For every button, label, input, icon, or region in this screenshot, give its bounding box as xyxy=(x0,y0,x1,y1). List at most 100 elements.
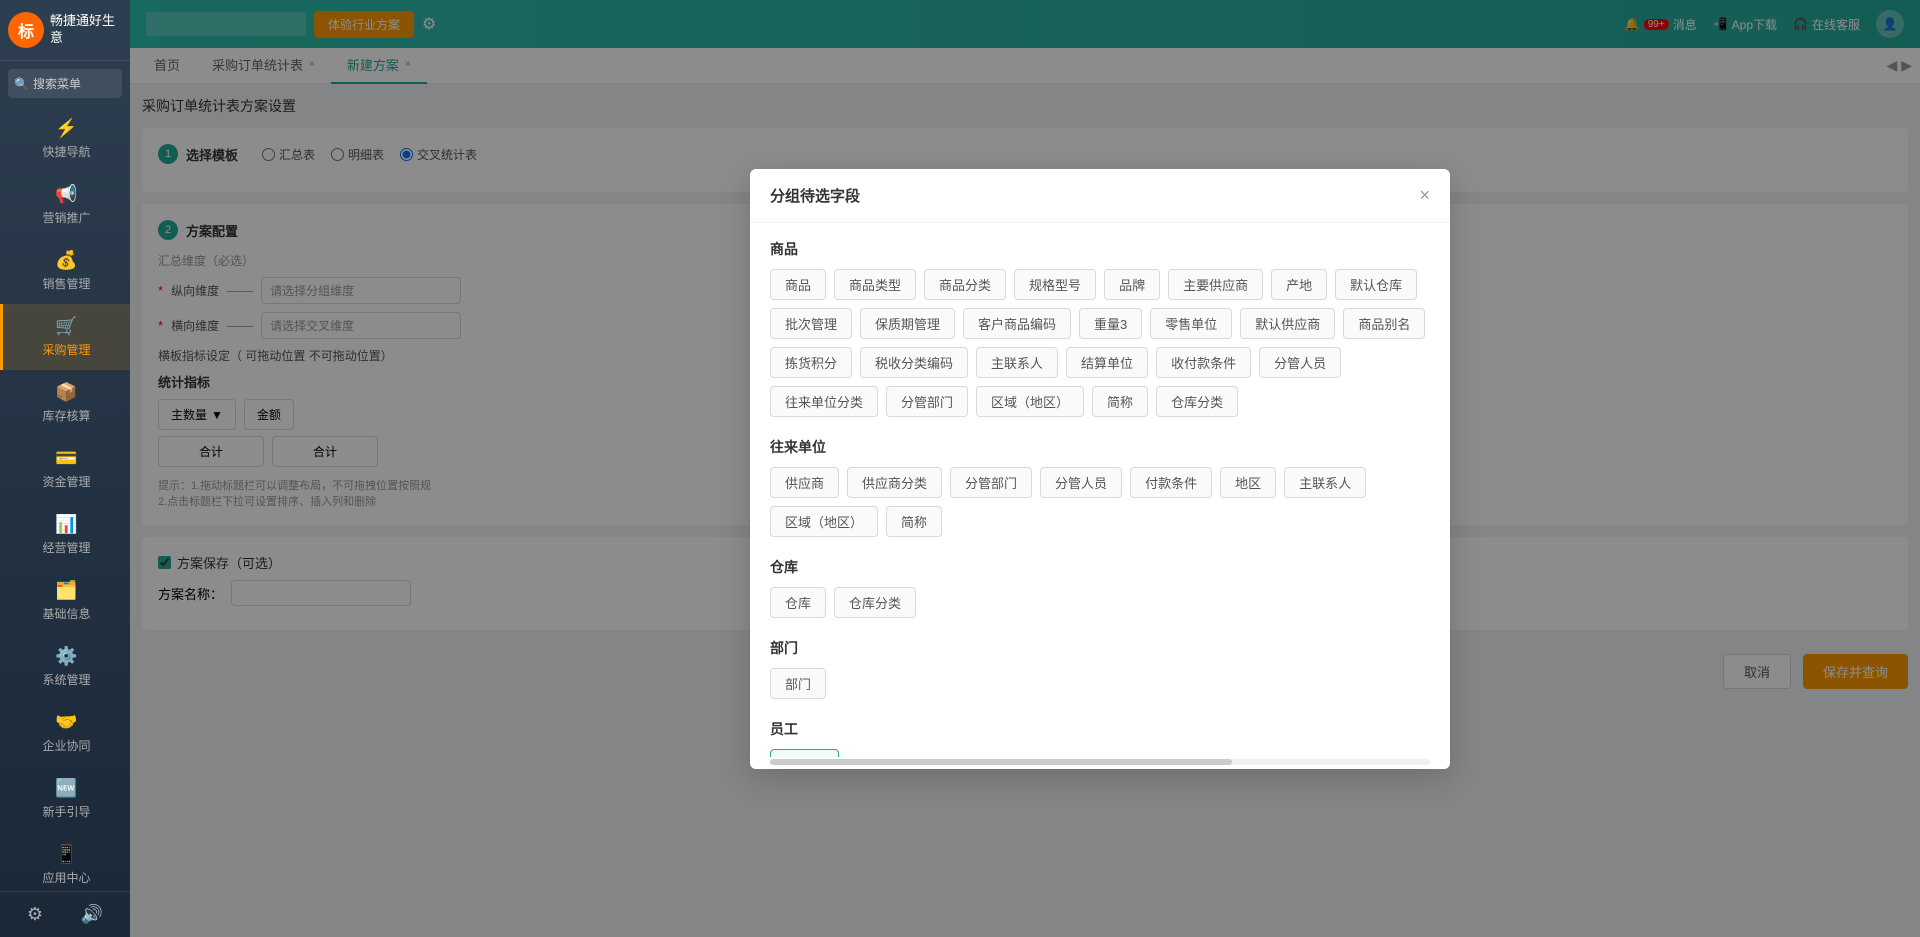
sidebar-item-label: 新手引导 xyxy=(42,803,90,820)
field-tag[interactable]: 分管人员 xyxy=(1259,347,1341,378)
field-tag[interactable]: 往来单位分类 xyxy=(770,386,878,417)
search-icon: 🔍 xyxy=(14,77,29,91)
field-tag[interactable]: 收付款条件 xyxy=(1156,347,1251,378)
dialog-close-button[interactable]: × xyxy=(1419,185,1430,206)
section-department-tags: 部门 xyxy=(770,668,1430,699)
field-tag[interactable]: 供应商分类 xyxy=(847,467,942,498)
field-tag[interactable]: 仓库分类 xyxy=(1156,386,1238,417)
sidebar-item-label: 经营管理 xyxy=(42,539,90,556)
sidebar-item-system[interactable]: ⚙️ 系统管理 xyxy=(0,634,130,700)
field-tag[interactable]: 主联系人 xyxy=(1284,467,1366,498)
settings-bottom-button[interactable]: ⚙ xyxy=(23,900,47,929)
field-tag[interactable]: 结算单位 xyxy=(1066,347,1148,378)
field-tag[interactable]: 仓库分类 xyxy=(834,587,916,618)
dialog-footer xyxy=(750,757,1450,769)
dialog-header: 分组待选字段 × xyxy=(750,169,1450,223)
section-staff: 员工 业务员 xyxy=(770,719,1430,757)
field-tag[interactable]: 分管部门 xyxy=(886,386,968,417)
field-tag[interactable]: 规格型号 xyxy=(1014,269,1096,300)
field-tag[interactable]: 零售单位 xyxy=(1150,308,1232,339)
sidebar-item-label: 企业协同 xyxy=(42,737,90,754)
field-tag[interactable]: 主联系人 xyxy=(976,347,1058,378)
section-partner-tags: 供应商 供应商分类 分管部门 分管人员 付款条件 地区 主联系人 区域（地区） … xyxy=(770,467,1430,537)
inventory-icon: 📦 xyxy=(55,382,77,403)
field-tag[interactable]: 部门 xyxy=(770,668,826,699)
sidebar-item-label: 采购管理 xyxy=(42,341,90,358)
field-tag[interactable]: 保质期管理 xyxy=(860,308,955,339)
field-tag[interactable]: 拣货积分 xyxy=(770,347,852,378)
sidebar-item-label: 资金管理 xyxy=(42,473,90,490)
search-menu-label: 搜索菜单 xyxy=(33,75,81,92)
dialog-body: 商品 商品 商品类型 商品分类 规格型号 品牌 主要供应商 产地 默认仓库 批次… xyxy=(750,223,1450,757)
finance-icon: 💳 xyxy=(55,448,77,469)
sidebar-item-quick-nav[interactable]: ⚡ 快捷导航 xyxy=(0,106,130,172)
logo-area: 标 畅捷通好生意 xyxy=(0,0,130,61)
field-tag[interactable]: 分管部门 xyxy=(950,467,1032,498)
section-warehouse-tags: 仓库 仓库分类 xyxy=(770,587,1430,618)
system-icon: ⚙️ xyxy=(55,646,77,667)
sidebar-item-label: 系统管理 xyxy=(42,671,90,688)
sidebar-item-label: 销售管理 xyxy=(42,275,90,292)
field-tag[interactable]: 产地 xyxy=(1271,269,1327,300)
sidebar-item-inventory[interactable]: 📦 库存核算 xyxy=(0,370,130,436)
sidebar-item-basic[interactable]: 🗂️ 基础信息 xyxy=(0,568,130,634)
marketing-icon: 📢 xyxy=(55,184,77,205)
field-tag[interactable]: 付款条件 xyxy=(1130,467,1212,498)
sidebar-item-finance[interactable]: 💳 资金管理 xyxy=(0,436,130,502)
sidebar-item-label: 应用中心 xyxy=(42,869,90,886)
field-tag[interactable]: 主要供应商 xyxy=(1168,269,1263,300)
sidebar-item-marketing[interactable]: 📢 营销推广 xyxy=(0,172,130,238)
field-tag[interactable]: 批次管理 xyxy=(770,308,852,339)
logo-text: 畅捷通好生意 xyxy=(50,13,122,47)
field-tag[interactable]: 供应商 xyxy=(770,467,839,498)
field-tag[interactable]: 地区 xyxy=(1220,467,1276,498)
logo-icon: 标 xyxy=(8,12,44,48)
sidebar-item-app-center[interactable]: 📱 应用中心 xyxy=(0,832,130,891)
sidebar-item-sales[interactable]: 💰 销售管理 xyxy=(0,238,130,304)
field-tag[interactable]: 商品 xyxy=(770,269,826,300)
field-tag[interactable]: 重量3 xyxy=(1079,308,1142,339)
horizontal-scrollbar xyxy=(770,759,1430,765)
field-tag[interactable]: 默认供应商 xyxy=(1240,308,1335,339)
field-select-dialog: 分组待选字段 × 商品 商品 商品类型 商品分类 规格型号 品牌 主要供应商 产… xyxy=(750,169,1450,769)
field-tag[interactable]: 简称 xyxy=(1092,386,1148,417)
sidebar-item-label: 营销推广 xyxy=(42,209,90,226)
field-tag[interactable]: 品牌 xyxy=(1104,269,1160,300)
horizontal-scrollbar-thumb xyxy=(770,759,1232,765)
guide-icon: 🆕 xyxy=(55,778,77,799)
field-tag[interactable]: 区域（地区） xyxy=(770,506,878,537)
section-department: 部门 部门 xyxy=(770,638,1430,699)
basic-icon: 🗂️ xyxy=(55,580,77,601)
field-tag[interactable]: 商品类型 xyxy=(834,269,916,300)
field-tag[interactable]: 仓库 xyxy=(770,587,826,618)
purchase-icon: 🛒 xyxy=(55,316,77,337)
field-tag[interactable]: 商品别名 xyxy=(1343,308,1425,339)
section-partner: 往来单位 供应商 供应商分类 分管部门 分管人员 付款条件 地区 主联系人 区域… xyxy=(770,437,1430,537)
section-department-title: 部门 xyxy=(770,638,1430,658)
sidebar-search-area: 🔍 搜索菜单 xyxy=(0,61,130,106)
field-tag-staff-salesperson[interactable]: 业务员 xyxy=(770,749,839,757)
collab-icon: 🤝 xyxy=(55,712,77,733)
quick-nav-icon: ⚡ xyxy=(55,118,77,139)
section-product-tags: 商品 商品类型 商品分类 规格型号 品牌 主要供应商 产地 默认仓库 批次管理 … xyxy=(770,269,1430,417)
field-tag[interactable]: 简称 xyxy=(886,506,942,537)
section-staff-title: 员工 xyxy=(770,719,1430,739)
field-tag[interactable]: 区域（地区） xyxy=(976,386,1084,417)
section-product-title: 商品 xyxy=(770,239,1430,259)
section-partner-title: 往来单位 xyxy=(770,437,1430,457)
sidebar-item-operations[interactable]: 📊 经营管理 xyxy=(0,502,130,568)
sidebar-item-purchase[interactable]: 🛒 采购管理 xyxy=(0,304,130,370)
field-tag[interactable]: 税收分类编码 xyxy=(860,347,968,378)
sidebar-item-guide[interactable]: 🆕 新手引导 xyxy=(0,766,130,832)
field-tag[interactable]: 商品分类 xyxy=(924,269,1006,300)
field-tag[interactable]: 分管人员 xyxy=(1040,467,1122,498)
sidebar: 标 畅捷通好生意 🔍 搜索菜单 ⚡ 快捷导航 📢 营销推广 💰 销售管理 🛒 采… xyxy=(0,0,130,937)
sidebar-item-collab[interactable]: 🤝 企业协同 xyxy=(0,700,130,766)
field-tag[interactable]: 默认仓库 xyxy=(1335,269,1417,300)
sidebar-item-label: 快捷导航 xyxy=(42,143,90,160)
app-center-icon: 📱 xyxy=(55,844,77,865)
sidebar-bottom: ⚙ 🔊 xyxy=(0,891,130,937)
search-menu-button[interactable]: 🔍 搜索菜单 xyxy=(8,69,122,98)
speaker-bottom-button[interactable]: 🔊 xyxy=(77,900,107,929)
field-tag[interactable]: 客户商品编码 xyxy=(963,308,1071,339)
